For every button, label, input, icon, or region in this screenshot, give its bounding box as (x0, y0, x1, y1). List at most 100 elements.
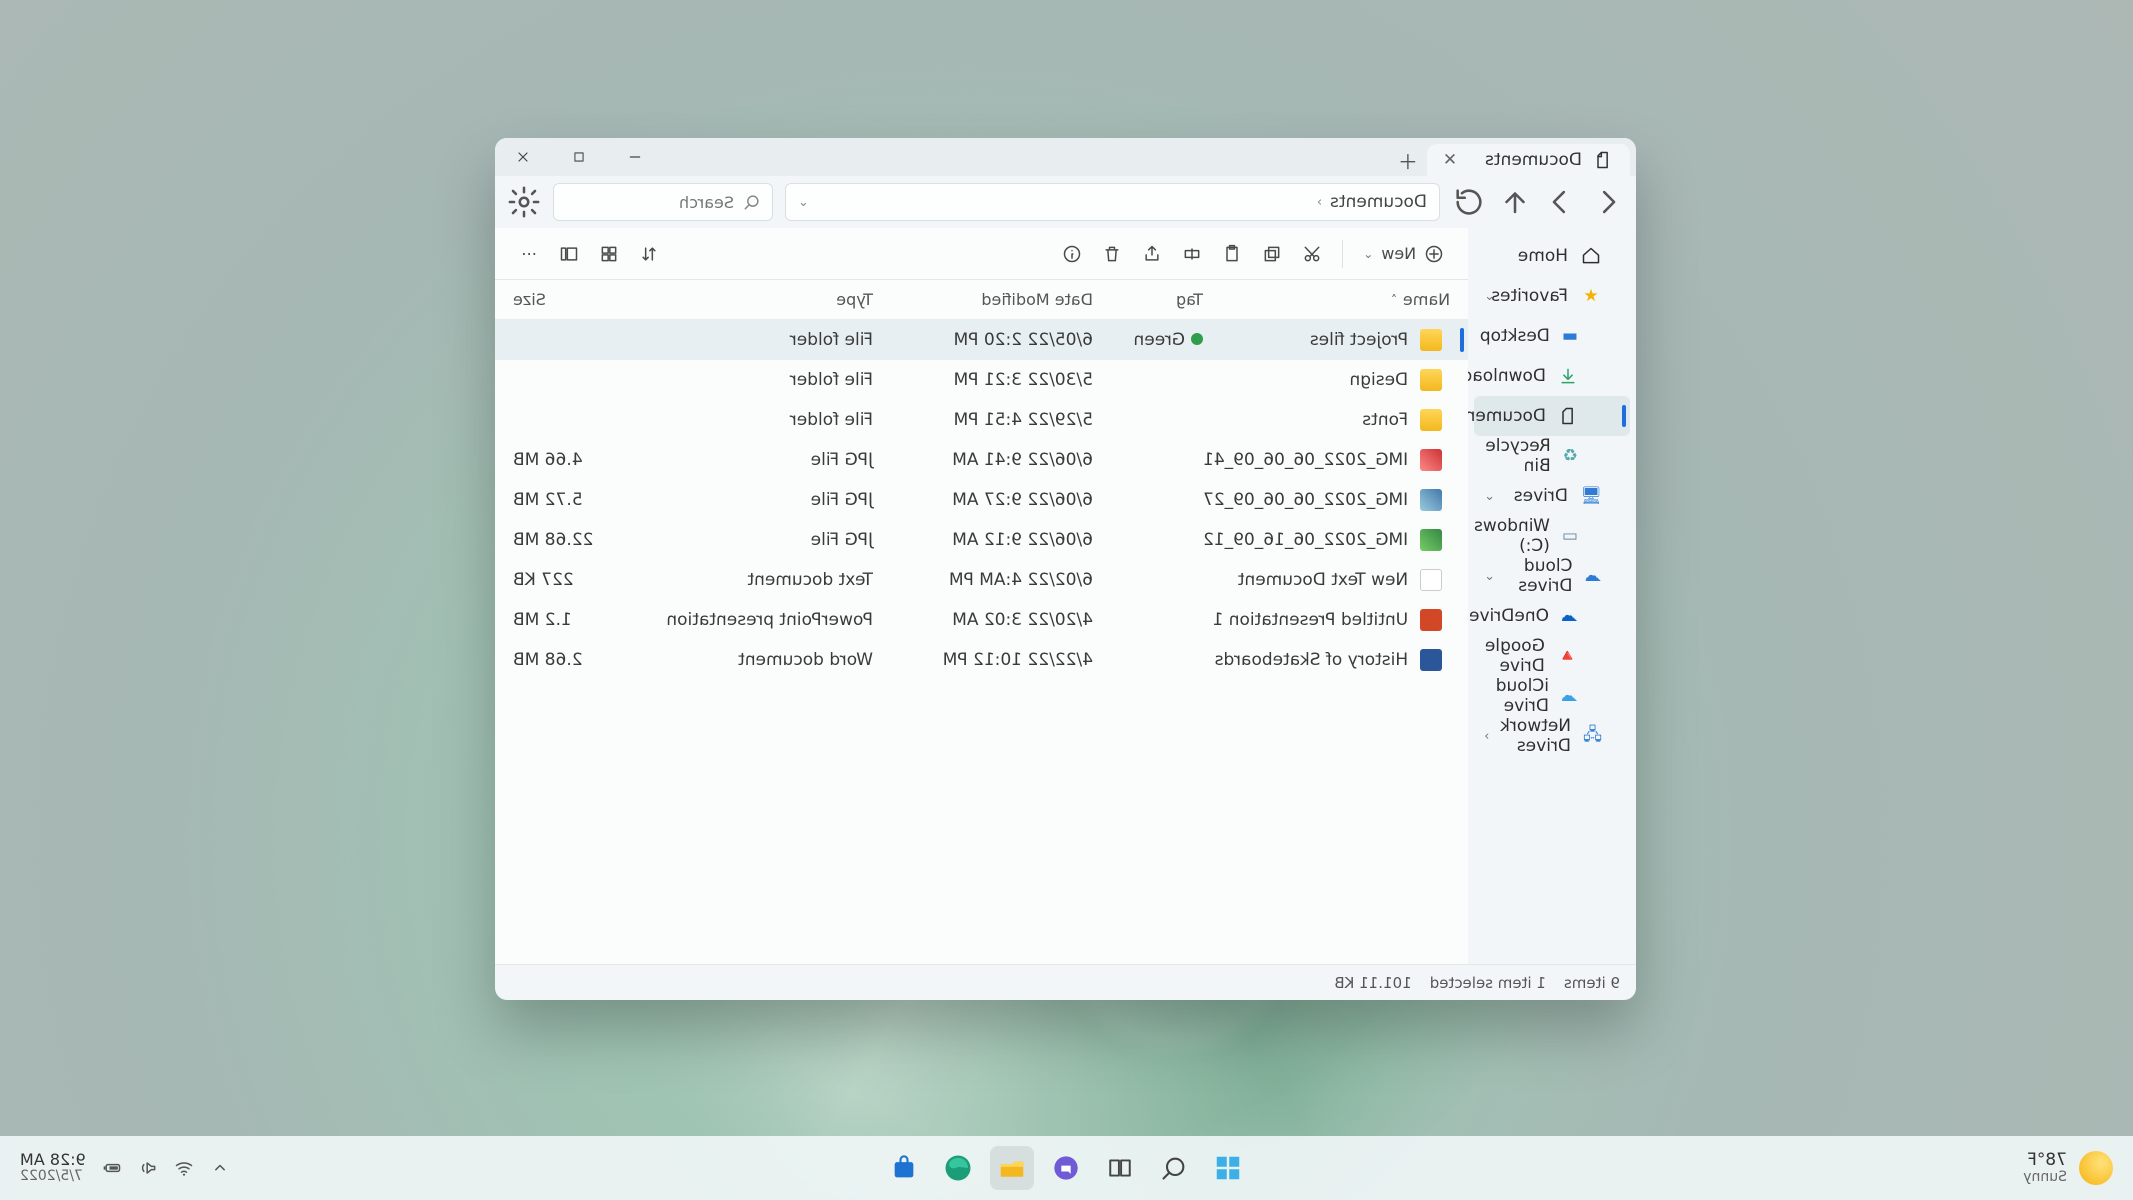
breadcrumb-segment[interactable]: Documents (1330, 192, 1427, 212)
sidebar-item-drives[interactable]: 🖥 Drives ⌄ (1474, 476, 1630, 516)
status-bar: 9 items 1 item selected 101.11 KB (495, 964, 1636, 1000)
column-tag[interactable]: Tag (1093, 290, 1203, 309)
sidebar-item-network-drives[interactable]: 🖧 Network Drives › (1474, 716, 1630, 756)
chevron-down-icon[interactable]: ⌄ (1484, 489, 1495, 504)
view-button[interactable] (591, 236, 627, 272)
file-name: IMG_2022_06_06_09_27 (1203, 490, 1408, 510)
sidebar-item-label: OneDrive (1469, 606, 1549, 626)
table-row[interactable]: Fonts5/29/22 4:51 PMFile folder (495, 400, 1468, 440)
sidebar-item-cloud-drives[interactable]: ☁ Cloud Drives ⌄ (1474, 556, 1630, 596)
settings-button[interactable] (507, 185, 541, 219)
properties-button[interactable] (1054, 236, 1090, 272)
star-icon: ★ (1580, 285, 1602, 307)
edge-taskbar-icon[interactable] (937, 1146, 981, 1190)
sidebar-item-windows-c[interactable]: ▭ Windows (C:) (1474, 516, 1630, 556)
rename-button[interactable] (1174, 236, 1210, 272)
task-view-button[interactable] (1099, 1146, 1143, 1190)
chevron-down-icon[interactable]: ⌄ (798, 195, 809, 210)
file-icon (1420, 369, 1442, 391)
table-row[interactable]: Design5/30/22 3:21 PMFile folder (495, 360, 1468, 400)
refresh-button[interactable] (1452, 185, 1486, 219)
more-button[interactable]: ⋯ (511, 236, 547, 272)
column-name[interactable]: Name˄ (1203, 290, 1450, 309)
battery-icon[interactable] (102, 1158, 122, 1178)
file-type: File folder (653, 330, 873, 350)
file-name: Untitled Presentation 1 (1213, 610, 1409, 630)
file-pane: New ⌄ ⋯ Name˄ Tag Date Mod (495, 228, 1468, 964)
file-size: 4.66 MB (513, 450, 653, 470)
file-size: 1.2 MB (513, 610, 653, 630)
column-size[interactable]: Size (513, 290, 653, 309)
table-row[interactable]: IMG_2022_06_16_09_126/06/22 9:12 AMJPG F… (495, 520, 1468, 560)
sidebar-item-recycle-bin[interactable]: ♻ Recycle Bin (1474, 436, 1630, 476)
sidebar-item-label: Documents (1468, 406, 1546, 426)
cut-button[interactable] (1294, 236, 1330, 272)
delete-button[interactable] (1094, 236, 1130, 272)
column-type[interactable]: Type (653, 290, 873, 309)
preview-button[interactable] (551, 236, 587, 272)
tab-documents[interactable]: Documents ✕ (1427, 144, 1630, 176)
clock-date: 7/5/2022 (20, 1169, 86, 1184)
table-row[interactable]: Project filesGreen6/05/22 2:20 PMFile fo… (495, 320, 1468, 360)
address-bar: Documents › ⌄ (495, 176, 1636, 228)
sidebar-item-icloud-drive[interactable]: ☁ iCloud Drive (1474, 676, 1630, 716)
table-row[interactable]: History of Skateboards4/22/22 10:12 PMWo… (495, 640, 1468, 680)
start-button[interactable] (1207, 1146, 1251, 1190)
tab-close-icon[interactable]: ✕ (1443, 150, 1457, 170)
new-button-label: New (1381, 244, 1416, 263)
file-icon (1420, 609, 1442, 631)
file-modified: 6/02/22 4:AM PM (873, 570, 1093, 590)
download-icon (1558, 365, 1578, 387)
copy-button[interactable] (1254, 236, 1290, 272)
table-row[interactable]: IMG_2022_06_06_09_276/06/22 9:27 AMJPG F… (495, 480, 1468, 520)
gdrive-icon: 🔺 (1557, 645, 1578, 667)
sidebar-item-google-drive[interactable]: 🔺 Google Drive (1474, 636, 1630, 676)
share-button[interactable] (1134, 236, 1170, 272)
chevron-down-icon[interactable]: ⌄ (1484, 569, 1495, 584)
sort-button[interactable] (631, 236, 667, 272)
document-icon (1592, 149, 1614, 171)
weather-widget[interactable]: 78°F Sunny (1773, 1151, 2133, 1185)
search-box[interactable] (553, 183, 773, 221)
file-modified: 6/06/22 9:27 AM (873, 490, 1093, 510)
file-explorer-taskbar-icon[interactable] (991, 1146, 1035, 1190)
search-button[interactable] (1153, 1146, 1197, 1190)
new-tab-button[interactable]: ＋ (1389, 144, 1427, 176)
maximize-button[interactable] (551, 138, 607, 176)
minimize-button[interactable] (607, 138, 663, 176)
file-icon (1420, 569, 1442, 591)
clock[interactable]: 9:28 AM 7/5/2022 (20, 1152, 86, 1183)
file-name: New Text Document (1238, 570, 1408, 590)
up-button[interactable] (1498, 185, 1532, 219)
chevron-down-icon[interactable]: ⌄ (1484, 289, 1495, 304)
file-modified: 4/20/22 3:02 AM (873, 610, 1093, 630)
close-button[interactable] (495, 138, 551, 176)
table-row[interactable]: New Text Document6/02/22 4:AM PMText doc… (495, 560, 1468, 600)
paste-button[interactable] (1214, 236, 1250, 272)
table-row[interactable]: IMG_2022_06_06_09_416/06/22 9:41 AMJPG F… (495, 440, 1468, 480)
sidebar-item-label: Cloud Drives (1486, 556, 1572, 596)
back-button[interactable] (1590, 185, 1624, 219)
forward-button[interactable] (1544, 185, 1578, 219)
wifi-icon[interactable] (174, 1158, 194, 1178)
system-tray[interactable]: 9:28 AM 7/5/2022 (0, 1152, 230, 1183)
chevron-right-icon[interactable]: › (1484, 729, 1489, 744)
new-button[interactable]: New ⌄ (1355, 236, 1452, 272)
search-input[interactable] (534, 193, 734, 212)
sidebar-item-onedrive[interactable]: ☁ OneDrive (1474, 596, 1630, 636)
file-modified: 6/06/22 9:12 AM (873, 530, 1093, 550)
chevron-up-icon[interactable] (210, 1158, 230, 1178)
breadcrumb[interactable]: Documents › ⌄ (785, 183, 1440, 221)
store-taskbar-icon[interactable] (883, 1146, 927, 1190)
sidebar-item-home[interactable]: Home (1474, 236, 1630, 276)
sidebar-item-documents[interactable]: Documents (1474, 396, 1630, 436)
pc-icon: 🖥 (1580, 485, 1602, 507)
sidebar-item-downloads[interactable]: Downloads (1474, 356, 1630, 396)
sidebar-item-desktop[interactable]: ▬ Desktop (1474, 316, 1630, 356)
column-modified[interactable]: Date Modified (873, 290, 1093, 309)
table-row[interactable]: Untitled Presentation 14/20/22 3:02 AMPo… (495, 600, 1468, 640)
command-bar: New ⌄ ⋯ (495, 228, 1468, 280)
sidebar-item-favorites[interactable]: ★ Favorites ⌄ (1474, 276, 1630, 316)
chat-button[interactable] (1045, 1146, 1089, 1190)
volume-icon[interactable] (138, 1158, 158, 1178)
